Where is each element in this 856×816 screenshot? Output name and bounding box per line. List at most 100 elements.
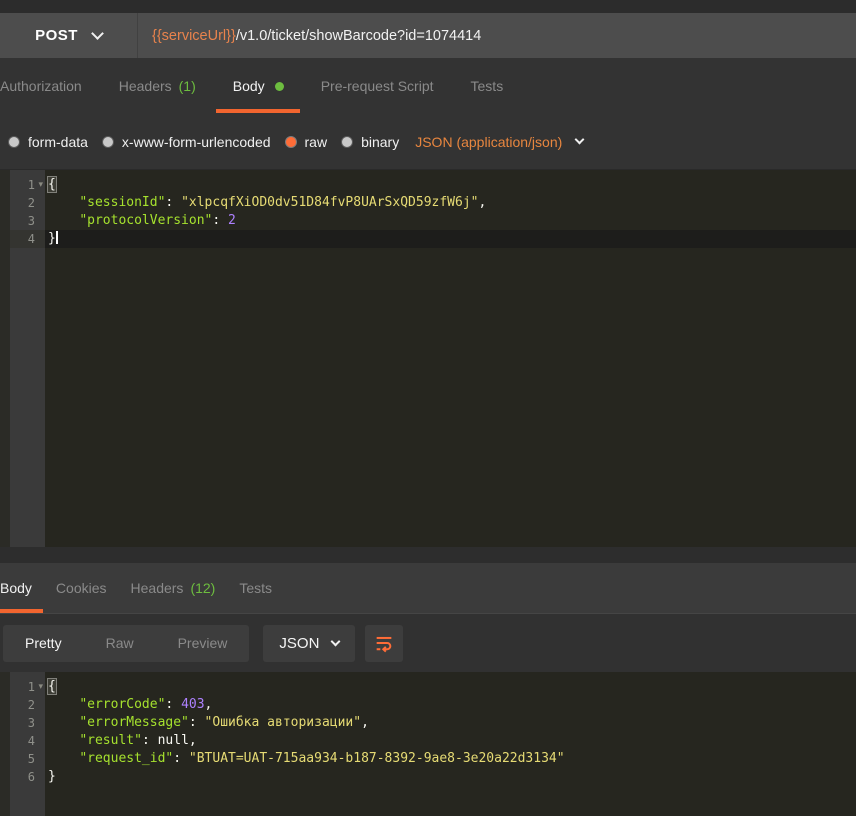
wrap-text-button[interactable] [365,624,404,662]
body-mode-raw[interactable]: raw [284,133,328,150]
chevron-down-icon [330,636,341,646]
response-toolbar: Pretty Raw Preview JSON [0,614,856,672]
code-content: "sessionId": "xlpcqfXiOD0dv51D84fvP8UArS… [79,195,487,210]
code-content: "errorMessage": "Ошибка авторизации", [79,715,369,730]
body-mode-binary[interactable]: binary [341,134,399,150]
code-content: "protocolVersion": 2 [79,213,236,228]
content-type-dropdown[interactable]: JSON (application/json) [415,133,585,150]
method-dropdown[interactable]: POST [0,13,138,58]
editor-row: 3 "errorMessage": "Ошибка авторизации", [0,714,856,732]
request-tab-headers[interactable]: Headers (1) [119,58,196,114]
wrap-text-icon [377,636,392,653]
line-number: 2 [0,194,45,212]
body-mode-label: form-data [28,133,88,150]
body-mode-options: form-data x-www-form-urlencoded raw binary [8,134,413,150]
line-number [0,248,45,547]
code-content [45,248,856,547]
editor-row [0,786,856,816]
url-variable: {{serviceUrl}} [152,27,236,44]
line-number: 3 [0,714,45,732]
method-label: POST [35,27,78,44]
editor-row: 2 "errorCode": 403, [0,696,856,714]
tab-count-badge: (1) [178,78,196,94]
view-mode-raw[interactable]: Raw [84,625,156,662]
section-divider [0,547,856,563]
text-cursor [55,231,58,244]
fold-caret-icon[interactable]: ▾ [38,176,43,194]
line-number: 3 [0,212,45,230]
tab-label: Body [0,580,32,596]
response-tab-cookies[interactable]: Cookies [56,563,107,613]
body-mode-row: form-data x-www-form-urlencoded raw binary … [0,114,856,170]
body-mode-label: x-www-form-urlencoded [121,133,271,150]
tab-label: Headers [130,580,184,596]
editor-row: 5 "request_id": "BTUAT=UAT-715aa934-b187… [0,750,856,768]
response-tab-tests[interactable]: Tests [239,563,272,613]
body-dot-icon [274,81,284,91]
body-mode-x-www-form-urlencoded[interactable]: x-www-form-urlencoded [101,133,271,150]
line-number: 1 ▾ [0,678,45,696]
radio-icon [341,135,354,148]
body-mode-label: binary [361,133,400,150]
request-tab-authorization[interactable]: Authorization [0,58,82,114]
tab-label: Tests [470,78,504,94]
request-tabs: Authorization Headers (1) Body Pre-request S… [0,58,856,114]
line-number: 4 [0,230,45,248]
postman-app: POST {{serviceUrl}}/v1.0/ticket/showBarc… [0,0,856,816]
fold-caret-icon[interactable]: ▾ [38,678,43,696]
tab-label: Headers [118,78,172,94]
code-content: } [45,230,856,248]
editor-row: 4} [0,230,856,248]
line-number: 5 [0,750,45,768]
editor-row: 1 ▾{ [0,176,856,194]
editor-row: 3 "protocolVersion": 2 [0,212,856,230]
editor-row: 6} [0,768,856,786]
tab-count-badge: (12) [190,580,216,596]
response-tab-body[interactable]: Body [0,563,43,613]
chevron-down-icon [91,27,104,40]
code-content: } [48,769,56,784]
code-content: { [47,176,57,193]
editor-row: 1 ▾{ [0,678,856,696]
body-mode-label: raw [304,133,328,150]
line-number: 6 [0,768,45,786]
url-input[interactable]: {{serviceUrl}}/v1.0/ticket/showBarcode?i… [138,13,856,58]
body-mode-form-data[interactable]: form-data [8,134,88,150]
url-path: /v1.0/ticket/showBarcode?id=1074414 [235,27,482,44]
response-tabs: Body Cookies Headers (12) Tests [0,563,856,614]
response-body-editor[interactable]: 1 ▾{2 "errorCode": 403, 3 "errorMessage": … [0,672,856,816]
request-tab-pre-request-script[interactable]: Pre-request Script [321,58,434,114]
view-mode-pretty[interactable]: Pretty [3,625,84,662]
tab-label: Authorization [0,78,82,94]
editor-row: 2 "sessionId": "xlpcqfXiOD0dv51D84fvP8UA… [0,194,856,212]
content-type-label: JSON (application/json) [415,133,563,150]
response-format-dropdown[interactable]: JSON [263,624,356,662]
line-number: 1 ▾ [0,176,45,194]
response-format-label: JSON [279,634,320,652]
tab-label: Cookies [55,580,107,596]
editor-row [0,248,856,547]
tab-label: Pre-request Script [320,78,434,94]
request-body-editor[interactable]: 1 ▾{2 "sessionId": "xlpcqfXiOD0dv51D84fvP… [0,170,856,547]
request-url-bar: POST {{serviceUrl}}/v1.0/ticket/showBarc… [0,13,856,58]
view-mode-preview[interactable]: Preview [156,625,250,662]
line-number: 2 [0,696,45,714]
radio-icon [284,135,297,148]
tab-label: Tests [239,580,273,596]
radio-icon [101,135,114,148]
chevron-down-icon [574,134,585,145]
line-number [0,786,45,816]
code-content: "result": null, [79,733,197,748]
code-content: "errorCode": 403, [79,697,213,712]
request-tab-tests[interactable]: Tests [471,58,504,114]
request-tab-body[interactable]: Body [215,58,300,114]
response-view-mode-group: Pretty Raw Preview [3,624,250,662]
top-strip [0,0,856,13]
code-content: "request_id": "BTUAT=UAT-715aa934-b187-8… [79,751,565,766]
radio-icon [8,135,20,148]
response-tab-headers[interactable]: Headers (12) [131,563,216,613]
code-content: { [47,678,57,695]
line-number: 4 [0,732,45,750]
editor-row: 4 "result": null, [0,732,856,750]
code-content [45,786,856,816]
